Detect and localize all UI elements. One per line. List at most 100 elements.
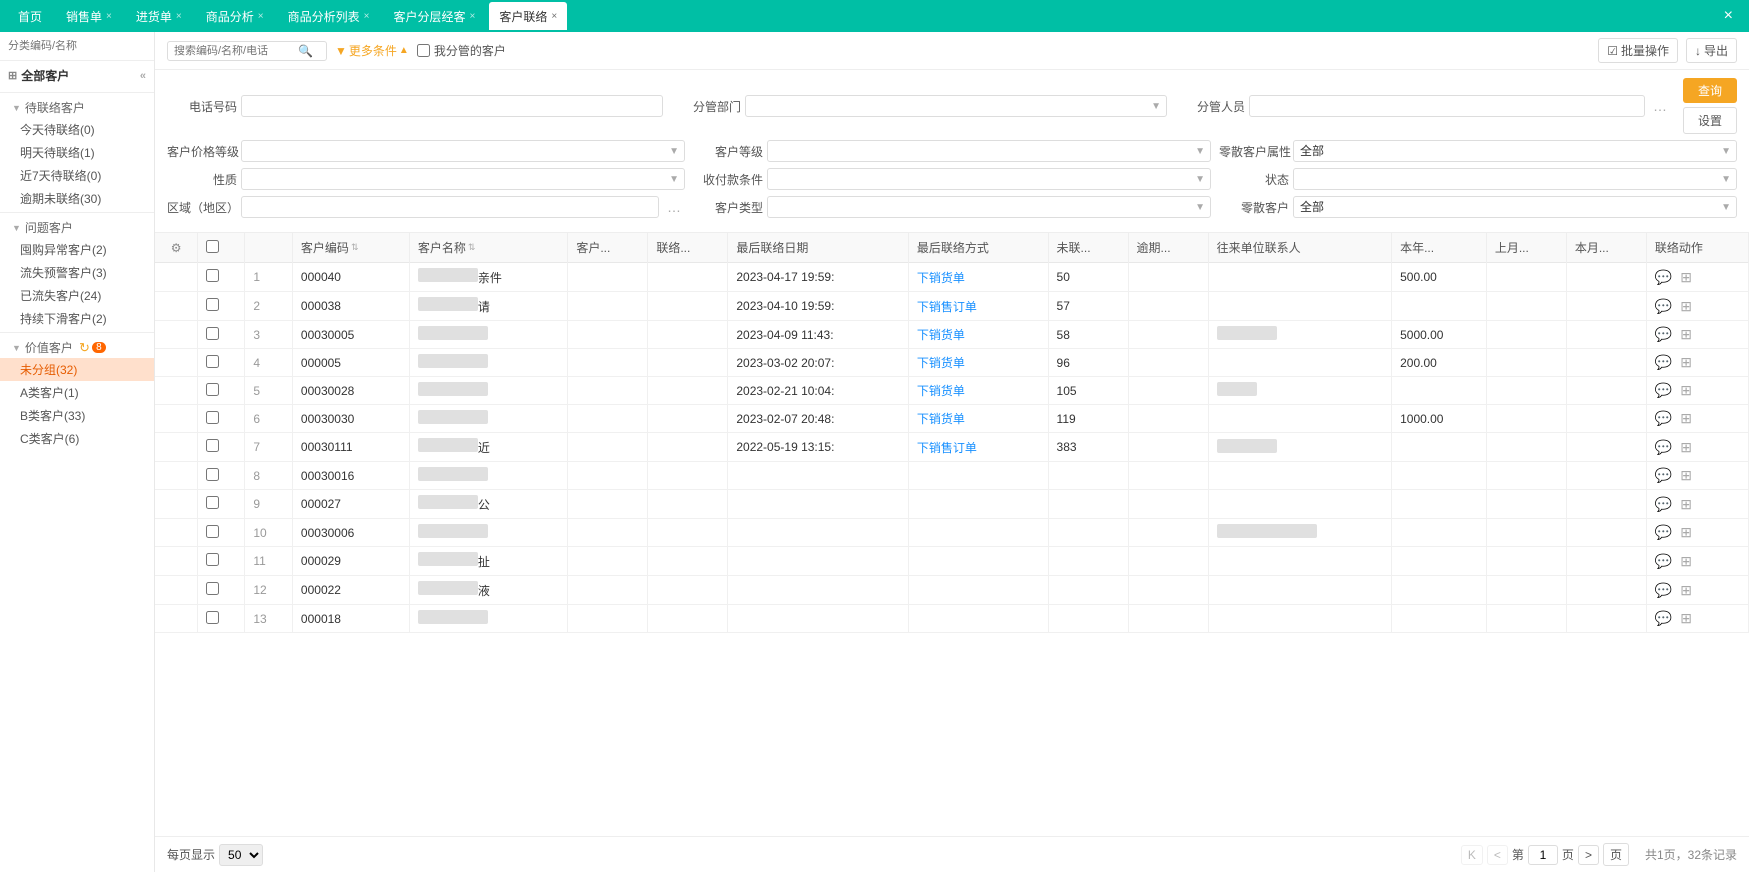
window-close-button[interactable]: × <box>1716 7 1741 25</box>
close-customer-contact-icon[interactable]: × <box>551 11 557 22</box>
grid-action-icon[interactable]: ⊞ <box>1680 582 1692 599</box>
tab-sales[interactable]: 销售单 × <box>56 2 122 30</box>
retail-attr-select[interactable]: 全部 <box>1293 140 1737 162</box>
col-gear[interactable]: ⚙ <box>155 233 198 263</box>
grid-action-icon[interactable]: ⊞ <box>1680 524 1692 541</box>
comment-icon[interactable]: 💬 <box>1655 467 1672 484</box>
refresh-icon[interactable]: ↻ <box>79 340 90 356</box>
region-dots-icon[interactable]: … <box>663 199 685 215</box>
grid-action-icon[interactable]: ⊞ <box>1680 553 1692 570</box>
payment-select[interactable] <box>767 168 1211 190</box>
sidebar-item-class-a[interactable]: A类客户(1) <box>0 381 154 404</box>
sidebar-item-ungrouped[interactable]: 未分组(32) <box>0 358 154 381</box>
close-purchase-icon[interactable]: × <box>176 11 182 22</box>
last-contact-method[interactable]: 下销货单 <box>917 328 965 342</box>
staff-dots-icon[interactable]: … <box>1649 98 1671 114</box>
row-checkbox[interactable] <box>206 411 219 424</box>
last-page-button[interactable]: 页 <box>1603 843 1629 866</box>
filter-more-btn[interactable]: ▼ 更多条件 ▲ <box>335 42 409 59</box>
row-checkbox[interactable] <box>206 269 219 282</box>
status-select[interactable] <box>1293 168 1737 190</box>
grid-action-icon[interactable]: ⊞ <box>1680 496 1692 513</box>
comment-icon[interactable]: 💬 <box>1655 298 1672 315</box>
sidebar-item-today[interactable]: 今天待联络(0) <box>0 118 154 141</box>
tab-product-analysis[interactable]: 商品分析 × <box>196 2 274 30</box>
grid-action-icon[interactable]: ⊞ <box>1680 467 1692 484</box>
row-checkbox[interactable] <box>206 525 219 538</box>
grid-action-icon[interactable]: ⊞ <box>1680 382 1692 399</box>
tab-product-analysis-list[interactable]: 商品分析列表 × <box>278 2 380 30</box>
col-last-date[interactable]: 最后联络日期 <box>728 233 909 263</box>
last-contact-method[interactable]: 下销货单 <box>917 356 965 370</box>
comment-icon[interactable]: 💬 <box>1655 439 1672 456</box>
sidebar-item-declining[interactable]: 持续下滑客户(2) <box>0 307 154 330</box>
row-checkbox[interactable] <box>206 327 219 340</box>
row-checkbox[interactable] <box>206 439 219 452</box>
sidebar-item-overdue[interactable]: 逾期未联络(30) <box>0 187 154 210</box>
price-level-select[interactable] <box>241 140 685 162</box>
row-checkbox[interactable] <box>206 298 219 311</box>
tab-home[interactable]: 首页 <box>8 2 52 30</box>
sidebar-item-class-b[interactable]: B类客户(33) <box>0 404 154 427</box>
row-checkbox[interactable] <box>206 553 219 566</box>
row-checkbox[interactable] <box>206 496 219 509</box>
sidebar-group-problem[interactable]: ▼ 问题客户 <box>0 215 154 238</box>
row-checkbox[interactable] <box>206 468 219 481</box>
retail-customer-select[interactable]: 全部 <box>1293 196 1737 218</box>
prev-page-button[interactable]: < <box>1487 845 1508 865</box>
last-contact-method[interactable]: 下销货单 <box>917 271 965 285</box>
sidebar-item-abnormal[interactable]: 囤购异常客户(2) <box>0 238 154 261</box>
comment-icon[interactable]: 💬 <box>1655 410 1672 427</box>
sidebar-group-pending[interactable]: ▼ 待联络客户 <box>0 95 154 118</box>
nature-select[interactable] <box>241 168 685 190</box>
all-customers-header[interactable]: ⊞ 全部客户 « <box>0 61 154 90</box>
comment-icon[interactable]: 💬 <box>1655 382 1672 399</box>
page-size-select[interactable]: 50 <box>219 844 263 866</box>
grid-action-icon[interactable]: ⊞ <box>1680 298 1692 315</box>
last-contact-method[interactable]: 下销货单 <box>917 384 965 398</box>
grid-action-icon[interactable]: ⊞ <box>1680 439 1692 456</box>
customer-type-select[interactable] <box>767 196 1211 218</box>
filter-search-icon[interactable]: 🔍 <box>298 44 313 58</box>
close-sales-icon[interactable]: × <box>106 11 112 22</box>
last-contact-method[interactable]: 下销售订单 <box>917 441 977 455</box>
batch-op-button[interactable]: ☑ 批量操作 <box>1598 38 1678 63</box>
comment-icon[interactable]: 💬 <box>1655 553 1672 570</box>
comment-icon[interactable]: 💬 <box>1655 496 1672 513</box>
row-checkbox[interactable] <box>206 582 219 595</box>
dept-select[interactable] <box>745 95 1167 117</box>
sidebar-group-value[interactable]: ▼ 价值客户 ↻ 8 <box>0 335 154 358</box>
row-checkbox[interactable] <box>206 611 219 624</box>
comment-icon[interactable]: 💬 <box>1655 582 1672 599</box>
tab-purchase[interactable]: 进货单 × <box>126 2 192 30</box>
sidebar-item-7days[interactable]: 近7天待联络(0) <box>0 164 154 187</box>
col-code[interactable]: 客户编码 ⇅ <box>292 233 409 263</box>
row-checkbox[interactable] <box>206 383 219 396</box>
grid-action-icon[interactable]: ⊞ <box>1680 326 1692 343</box>
sidebar-search-input[interactable] <box>8 40 150 52</box>
reset-button[interactable]: 设置 <box>1683 107 1737 134</box>
phone-input[interactable] <box>241 95 663 117</box>
close-product-analysis-icon[interactable]: × <box>258 11 264 22</box>
tab-customer-tier[interactable]: 客户分层经客 × <box>383 2 485 30</box>
staff-input[interactable] <box>1249 95 1645 117</box>
comment-icon[interactable]: 💬 <box>1655 610 1672 627</box>
export-button[interactable]: ↓ 导出 <box>1686 38 1737 63</box>
row-checkbox[interactable] <box>206 355 219 368</box>
grid-action-icon[interactable]: ⊞ <box>1680 610 1692 627</box>
tab-customer-contact[interactable]: 客户联络 × <box>489 2 567 30</box>
next-page-button[interactable]: > <box>1578 845 1599 865</box>
last-contact-method[interactable]: 下销售订单 <box>917 300 977 314</box>
region-input[interactable] <box>241 196 659 218</box>
first-page-button[interactable]: K <box>1461 845 1483 865</box>
select-all-checkbox[interactable] <box>206 240 219 253</box>
grid-action-icon[interactable]: ⊞ <box>1680 354 1692 371</box>
comment-icon[interactable]: 💬 <box>1655 269 1672 286</box>
grid-action-icon[interactable]: ⊞ <box>1680 410 1692 427</box>
filter-search-input[interactable] <box>174 45 294 57</box>
sidebar-item-churn-warning[interactable]: 流失预警客户(3) <box>0 261 154 284</box>
sidebar-collapse-btn[interactable]: « <box>140 70 146 82</box>
current-page-input[interactable] <box>1528 845 1558 865</box>
sidebar-item-churned[interactable]: 已流失客户(24) <box>0 284 154 307</box>
query-button[interactable]: 查询 <box>1683 78 1737 103</box>
